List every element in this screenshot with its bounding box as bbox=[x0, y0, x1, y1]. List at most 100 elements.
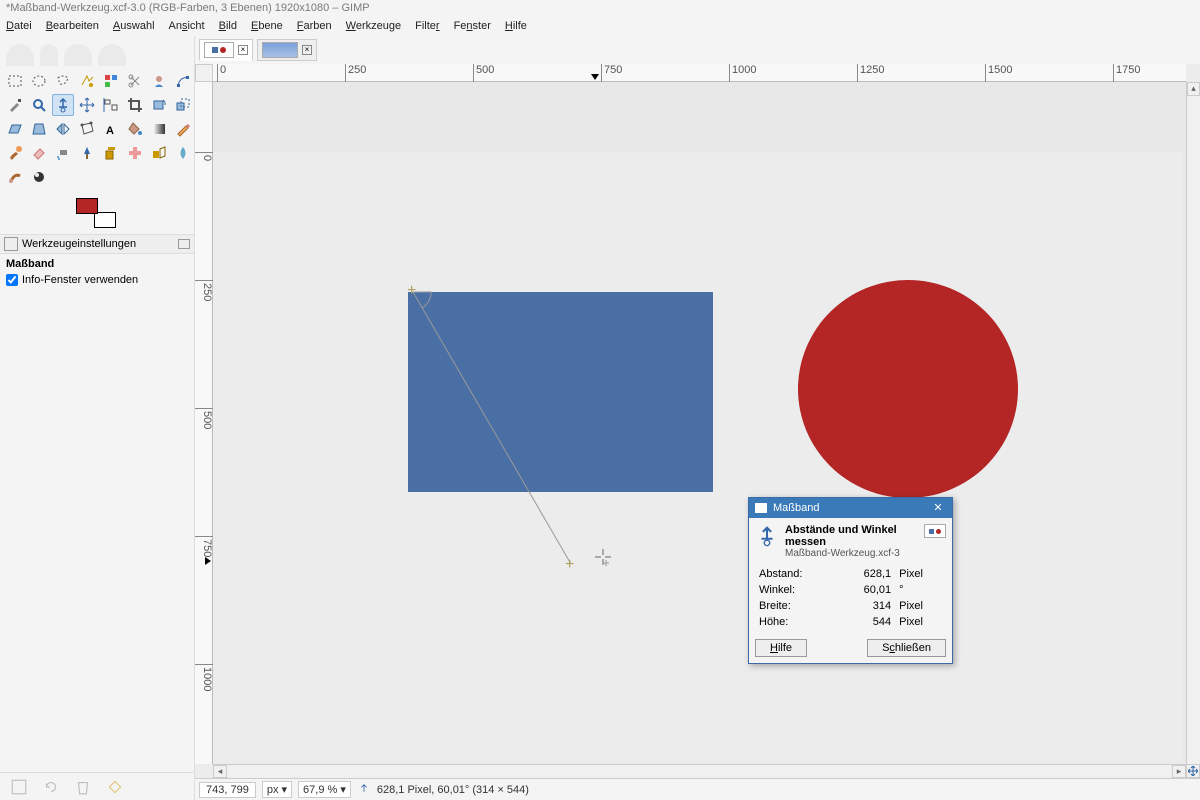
tick-label: 1500 bbox=[988, 64, 1012, 76]
status-zoom-select[interactable]: 67,9 % ▾ bbox=[298, 781, 351, 798]
tick-label: 1250 bbox=[860, 64, 884, 76]
dialog-doc-thumb bbox=[924, 524, 946, 538]
row-value: 628,1 bbox=[839, 567, 895, 581]
menu-datei[interactable]: DDateiatei bbox=[6, 20, 32, 34]
tool-blur[interactable] bbox=[172, 142, 194, 164]
tool-paintbrush[interactable] bbox=[4, 142, 26, 164]
color-swatch[interactable] bbox=[0, 192, 194, 234]
tool-options-tab[interactable]: Werkzeugeinstellungen bbox=[0, 234, 194, 254]
tool-foreground-select[interactable] bbox=[148, 70, 170, 92]
status-unit-select[interactable]: px ▾ bbox=[262, 781, 292, 798]
dialog-title-text: Maßband bbox=[773, 502, 819, 514]
menu-werkzeuge[interactable]: Werkzeuge bbox=[346, 20, 401, 34]
menu-farben[interactable]: Farben bbox=[297, 20, 332, 34]
footer-delete-icon[interactable] bbox=[74, 778, 92, 796]
tool-rotate[interactable] bbox=[148, 94, 170, 116]
bg-color-swatch[interactable] bbox=[94, 212, 116, 228]
tool-bucket-fill[interactable] bbox=[124, 118, 146, 140]
tool-pencil[interactable] bbox=[172, 118, 194, 140]
tool-color-select[interactable] bbox=[100, 70, 122, 92]
canvas-viewport[interactable]: + + bbox=[213, 82, 1186, 764]
tool-rectangle-select[interactable] bbox=[4, 70, 26, 92]
tool-blend[interactable] bbox=[148, 118, 170, 140]
fg-color-swatch[interactable] bbox=[76, 198, 98, 214]
scroll-left-icon[interactable]: ◂ bbox=[213, 765, 227, 778]
tool-ellipse-select[interactable] bbox=[28, 70, 50, 92]
row-label: Abstand: bbox=[757, 567, 837, 581]
toolbox-panel: A Werkzeugeinstellungen M bbox=[0, 36, 195, 800]
ruler-vertical[interactable]: 0 250 500 750 1000 bbox=[195, 82, 213, 764]
ruler-horizontal[interactable]: 0 250 500 750 1000 1250 1500 1750 bbox=[213, 64, 1186, 82]
help-button[interactable]: HHilfeilfe bbox=[755, 639, 807, 657]
option-use-info-window[interactable]: Info-Fenster verwenden bbox=[6, 274, 188, 286]
doctab-massband[interactable]: × bbox=[199, 39, 253, 61]
workarea: × × 0 250 500 750 1000 1250 1500 1750 0 bbox=[195, 36, 1200, 800]
tool-airbrush[interactable] bbox=[52, 142, 74, 164]
menu-hilfe[interactable]: Hilfe bbox=[505, 20, 527, 34]
scrollbar-horizontal[interactable]: ◂ ▸ bbox=[213, 764, 1186, 778]
navigation-icon[interactable] bbox=[1186, 764, 1200, 778]
scroll-up-icon[interactable]: ▴ bbox=[1187, 82, 1200, 96]
tool-paths[interactable] bbox=[172, 70, 194, 92]
tool-color-picker[interactable] bbox=[4, 94, 26, 116]
measure-icon bbox=[357, 783, 371, 797]
tick-label: 1750 bbox=[1116, 64, 1140, 76]
tool-dodge[interactable] bbox=[28, 166, 50, 188]
menu-auswahl[interactable]: Auswahl bbox=[113, 20, 155, 34]
dialog-titlebar[interactable]: Maßband ✕ bbox=[749, 498, 952, 518]
dialog-close-icon[interactable]: ✕ bbox=[930, 501, 946, 515]
ruler-marker bbox=[591, 74, 599, 80]
close-button[interactable]: Schließen bbox=[867, 639, 946, 657]
tab-menu-icon[interactable] bbox=[178, 239, 190, 249]
close-icon[interactable]: × bbox=[302, 45, 312, 55]
tool-options-title: Maßband bbox=[6, 258, 188, 270]
tool-heal[interactable] bbox=[124, 142, 146, 164]
tick-label: 500 bbox=[476, 64, 494, 76]
menu-ebene[interactable]: Ebene bbox=[251, 20, 283, 34]
tick-label: 250 bbox=[348, 64, 366, 76]
footer-revert-icon[interactable] bbox=[42, 778, 60, 796]
menu-ansicht[interactable]: Ansicht bbox=[169, 20, 205, 34]
tool-smudge[interactable] bbox=[4, 166, 26, 188]
tick-label: 0 bbox=[201, 155, 213, 161]
tick-label: 1000 bbox=[201, 667, 213, 691]
tool-perspective-clone[interactable] bbox=[148, 142, 170, 164]
measure-dialog[interactable]: Maßband ✕ Abstände und Winkel messen Maß… bbox=[748, 497, 953, 664]
tool-align[interactable] bbox=[100, 94, 122, 116]
ruler-corner[interactable] bbox=[195, 64, 213, 82]
menu-fenster[interactable]: Fenster bbox=[454, 20, 491, 34]
footer-save-icon[interactable] bbox=[10, 778, 28, 796]
tool-zoom[interactable] bbox=[28, 94, 50, 116]
checkbox-info-window[interactable] bbox=[6, 274, 18, 286]
doctab-thumb2 bbox=[262, 42, 298, 58]
tool-flip[interactable] bbox=[52, 118, 74, 140]
tool-ink[interactable] bbox=[76, 142, 98, 164]
tool-move[interactable] bbox=[76, 94, 98, 116]
tick-label: 0 bbox=[220, 64, 226, 76]
scrollbar-vertical[interactable]: ▴ bbox=[1186, 82, 1200, 764]
tool-scissors[interactable] bbox=[124, 70, 146, 92]
tool-cage[interactable] bbox=[76, 118, 98, 140]
tool-shear[interactable] bbox=[4, 118, 26, 140]
doctab-second[interactable]: × bbox=[257, 39, 317, 61]
measure-values-table: Abstand:628,1Pixel Winkel:60,01° Breite:… bbox=[755, 565, 946, 631]
row-unit: ° bbox=[897, 583, 944, 597]
canvas-document[interactable]: + + bbox=[213, 152, 1183, 764]
dialog-body: Abstände und Winkel messen Maßband-Werkz… bbox=[749, 518, 952, 663]
scroll-right-icon[interactable]: ▸ bbox=[1172, 765, 1186, 778]
close-icon[interactable]: × bbox=[238, 45, 248, 55]
toolbox-footer bbox=[0, 772, 194, 800]
tool-measure[interactable] bbox=[52, 94, 74, 116]
tool-text[interactable]: A bbox=[100, 118, 122, 140]
tool-eraser[interactable] bbox=[28, 142, 50, 164]
tool-crop[interactable] bbox=[124, 94, 146, 116]
menu-bearbeiten[interactable]: Bearbeiten bbox=[46, 20, 99, 34]
tool-clone[interactable] bbox=[100, 142, 122, 164]
menu-filter[interactable]: Filter bbox=[415, 20, 439, 34]
tool-scale[interactable] bbox=[172, 94, 194, 116]
footer-reset-icon[interactable] bbox=[106, 778, 124, 796]
tool-perspective[interactable] bbox=[28, 118, 50, 140]
menu-bild[interactable]: Bild bbox=[219, 20, 237, 34]
tool-fuzzy-select[interactable] bbox=[76, 70, 98, 92]
tool-free-select[interactable] bbox=[52, 70, 74, 92]
